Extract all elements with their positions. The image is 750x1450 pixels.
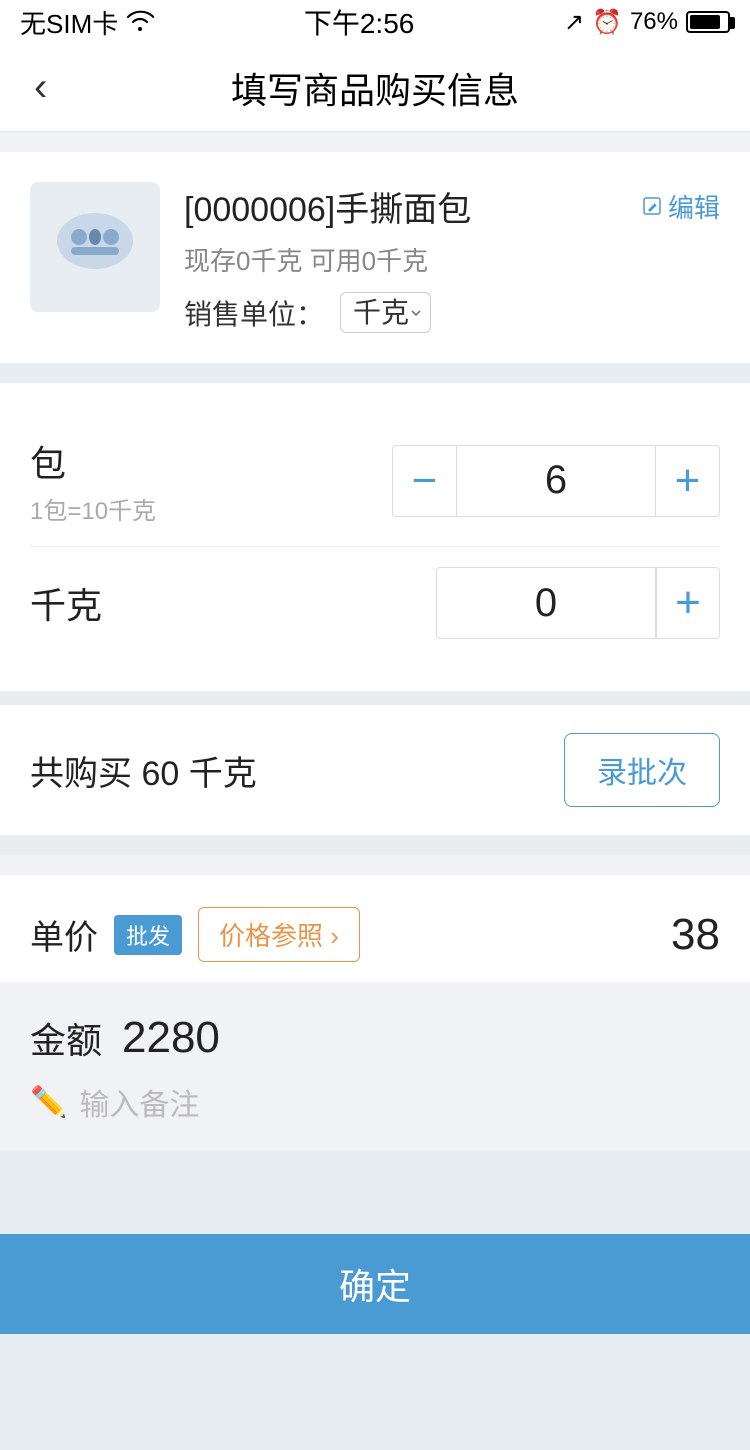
status-time: 下午2:56 <box>304 2 415 42</box>
section-divider-1 <box>0 363 750 383</box>
package-input-row: 包 1包=10千克 − + <box>30 415 720 547</box>
amount-label: 金额 <box>30 1012 102 1064</box>
section-divider-2 <box>0 691 750 705</box>
product-image <box>30 182 160 312</box>
product-card: [0000006]手撕面包 编辑 现存0千克 可用0千克 销售单位： 千克 包 <box>0 152 750 363</box>
batch-tag: 批发 <box>114 915 182 955</box>
alarm-icon: ⏰ <box>592 8 622 37</box>
pencil-icon: ✏️ <box>30 1085 67 1120</box>
product-logo-icon <box>55 211 135 283</box>
kg-input-row: 千克 + <box>30 547 720 659</box>
package-sub-label: 1包=10千克 <box>30 491 156 526</box>
price-value: 38 <box>671 910 720 960</box>
battery-icon <box>686 11 730 33</box>
status-left: 无SIM卡 <box>20 4 154 41</box>
total-section: 共购买 60 千克 录批次 <box>0 705 750 835</box>
package-quantity-input[interactable] <box>456 445 656 517</box>
product-info: [0000006]手撕面包 编辑 现存0千克 可用0千克 销售单位： 千克 包 <box>184 182 720 333</box>
unit-label: 销售单位： <box>184 293 324 333</box>
batch-button[interactable]: 录批次 <box>564 733 720 807</box>
kg-input-control: + <box>436 567 720 639</box>
location-icon: ↗ <box>564 8 584 37</box>
package-input-control: − + <box>392 445 720 517</box>
status-bar: 无SIM卡 下午2:56 ↗ ⏰ 76% <box>0 0 750 44</box>
product-name-row: [0000006]手撕面包 编辑 <box>184 182 720 231</box>
input-section: 包 1包=10千克 − + 千克 + <box>0 383 750 691</box>
product-stock: 现存0千克 可用0千克 <box>184 241 720 278</box>
package-label-group: 包 1包=10千克 <box>30 435 156 526</box>
wifi-icon <box>126 7 154 38</box>
carrier-text: 无SIM卡 <box>20 4 118 41</box>
price-label-group: 单价 批发 价格参照 › <box>30 907 360 962</box>
package-increment-button[interactable]: + <box>656 445 720 517</box>
price-label: 单价 <box>30 910 98 959</box>
kg-increment-button[interactable]: + <box>656 567 720 639</box>
nav-bar: ‹ 填写商品购买信息 <box>0 44 750 132</box>
unit-select[interactable]: 千克 包 <box>340 292 431 333</box>
amount-section: 金额 2280 ✏️ 输入备注 <box>0 982 750 1150</box>
kg-label-group: 千克 <box>30 577 102 629</box>
price-ref-button[interactable]: 价格参照 › <box>198 907 360 962</box>
kg-label: 千克 <box>30 577 102 629</box>
back-button[interactable]: ‹ <box>24 55 57 120</box>
kg-quantity-input[interactable] <box>436 567 656 639</box>
product-name: [0000006]手撕面包 <box>184 182 471 231</box>
page-title: 填写商品购买信息 <box>231 62 519 114</box>
edit-label: 编辑 <box>668 188 720 225</box>
section-divider-3 <box>0 835 750 855</box>
battery-percent: 76% <box>630 8 678 36</box>
edit-button[interactable]: 编辑 <box>642 188 720 225</box>
remark-row[interactable]: ✏️ 输入备注 <box>30 1080 720 1134</box>
package-label: 包 <box>30 435 156 487</box>
price-row: 单价 批发 价格参照 › 38 <box>30 907 720 962</box>
confirm-label: 确定 <box>339 1258 411 1310</box>
remark-placeholder[interactable]: 输入备注 <box>79 1080 199 1124</box>
total-text: 共购买 60 千克 <box>30 746 257 795</box>
amount-row: 金额 2280 <box>30 1012 720 1064</box>
amount-value: 2280 <box>122 1013 220 1063</box>
product-unit-row: 销售单位： 千克 包 <box>184 292 720 333</box>
status-right: ↗ ⏰ 76% <box>564 8 730 37</box>
price-section: 单价 批发 价格参照 › 38 <box>0 875 750 982</box>
confirm-button[interactable]: 确定 <box>0 1234 750 1334</box>
package-decrement-button[interactable]: − <box>392 445 456 517</box>
